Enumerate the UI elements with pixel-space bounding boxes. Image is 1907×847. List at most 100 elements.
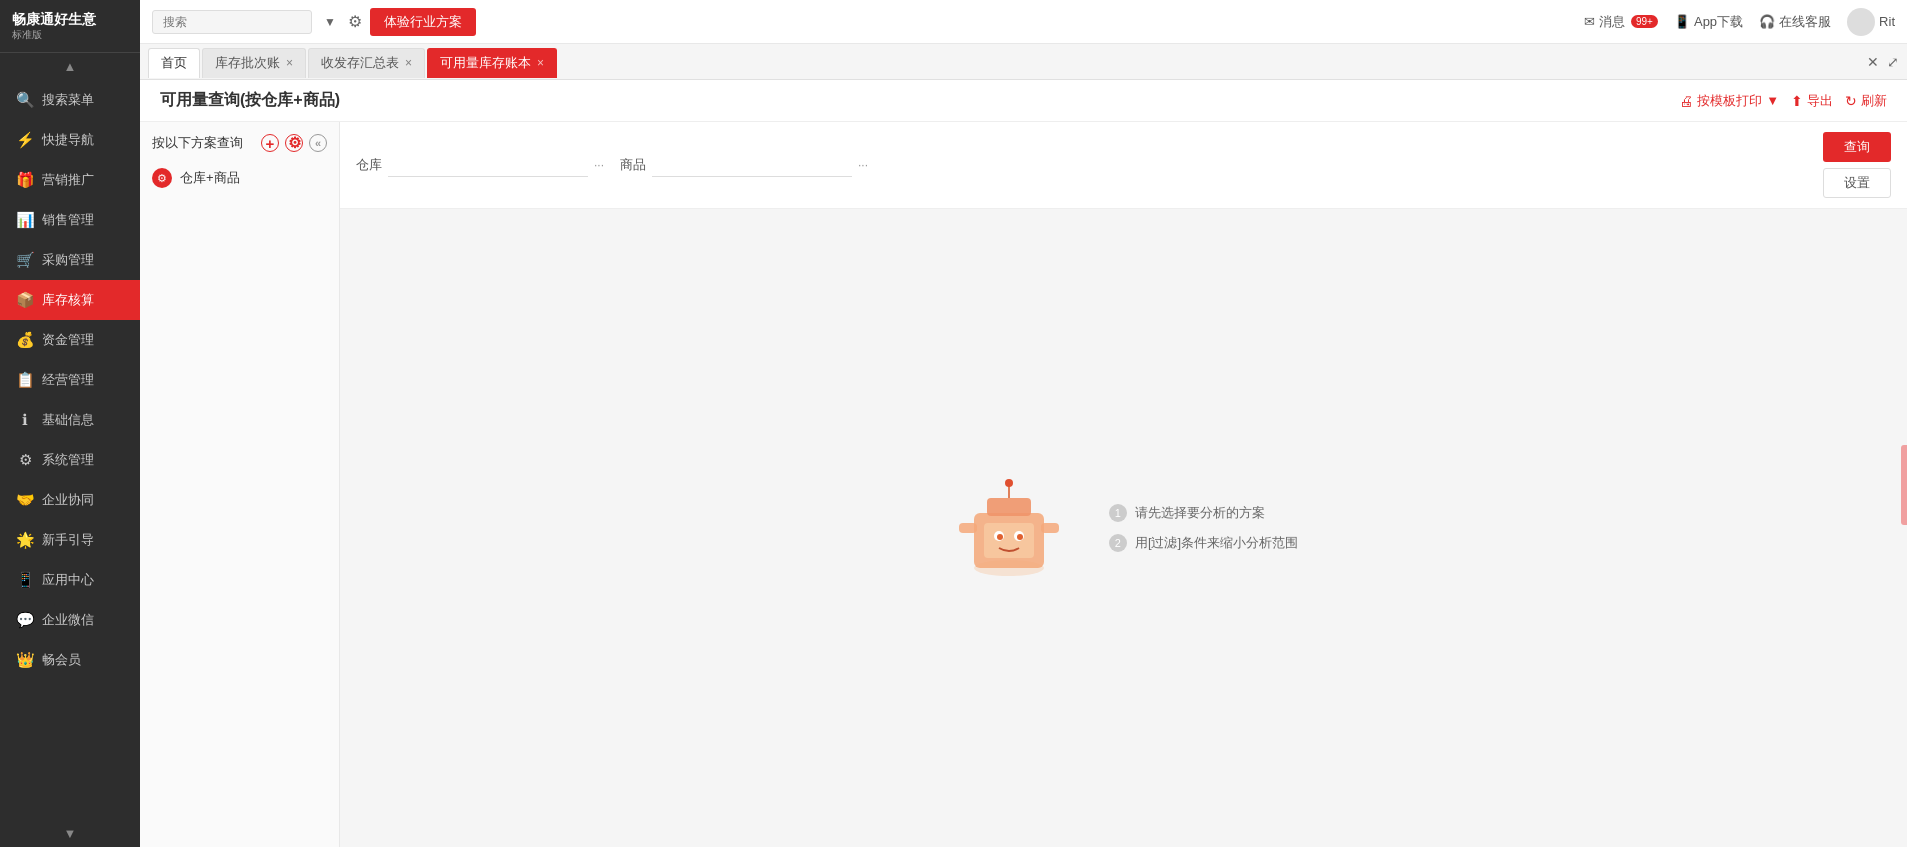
export-btn[interactable]: ⬆ 导出 (1791, 92, 1833, 110)
warehouse-field: 仓库 ··· (356, 153, 604, 177)
sidebar-label-new-guide: 新手引导 (42, 531, 94, 549)
tip-num-2: 2 (1109, 534, 1127, 552)
sidebar-label-finance: 资金管理 (42, 331, 94, 349)
tab-home[interactable]: 首页 (148, 48, 200, 78)
app-download-icon: 📱 (1674, 14, 1690, 29)
topbar-message[interactable]: ✉ 消息 99+ (1584, 13, 1658, 31)
sidebar-icon-member: 👑 (16, 651, 34, 669)
tab-close-batch-ledger[interactable]: × (286, 56, 293, 70)
topbar-industry-btn[interactable]: 体验行业方案 (370, 8, 476, 36)
scheme-add-btn[interactable]: + (261, 134, 279, 152)
sidebar-item-sales-mgmt[interactable]: 📊 销售管理 (0, 200, 140, 240)
sidebar-item-enterprise-coop[interactable]: 🤝 企业协同 (0, 480, 140, 520)
online-service-label: 在线客服 (1779, 13, 1831, 31)
sidebar: 畅康通好生意 标准版 ▲ 🔍 搜索菜单 ⚡ 快捷导航 🎁 营销推广 📊 销售管理… (0, 0, 140, 847)
tab-label-receipt-summary: 收发存汇总表 (321, 54, 399, 72)
print-btn[interactable]: 🖨 按模板打印 ▼ (1679, 92, 1779, 110)
warehouse-more-btn[interactable]: ··· (594, 158, 604, 172)
sidebar-item-marketing-promo[interactable]: 🎁 营销推广 (0, 160, 140, 200)
sidebar-item-new-guide[interactable]: 🌟 新手引导 (0, 520, 140, 560)
topbar-app-download[interactable]: 📱 App下载 (1674, 13, 1743, 31)
sidebar-label-inventory: 库存核算 (42, 291, 94, 309)
sidebar-scroll-down[interactable]: ▼ (0, 820, 140, 847)
topbar-dropdown-btn[interactable]: ▼ (320, 15, 340, 29)
sidebar-item-member[interactable]: 👑 畅会员 (0, 640, 140, 680)
svg-rect-11 (1041, 523, 1059, 533)
sidebar-icon-finance: 💰 (16, 331, 34, 349)
page-actions: 🖨 按模板打印 ▼ ⬆ 导出 ↻ 刷新 (1679, 92, 1887, 110)
query-settings-btn[interactable]: 设置 (1823, 168, 1891, 198)
sidebar-icon-marketing-promo: 🎁 (16, 171, 34, 189)
sidebar-item-enterprise-wx[interactable]: 💬 企业微信 (0, 600, 140, 640)
product-more-btn[interactable]: ··· (858, 158, 868, 172)
product-input[interactable] (652, 153, 852, 177)
warehouse-label: 仓库 (356, 156, 382, 174)
print-icon: 🖨 (1679, 93, 1693, 109)
tip-num-1: 1 (1109, 504, 1127, 522)
sidebar-icon-new-guide: 🌟 (16, 531, 34, 549)
sidebar-label-purchase-mgmt: 采购管理 (42, 251, 94, 269)
sidebar-label-marketing-promo: 营销推广 (42, 171, 94, 189)
query-btn[interactable]: 查询 (1823, 132, 1891, 162)
sidebar-icon-app-center: 📱 (16, 571, 34, 589)
svg-rect-2 (984, 523, 1034, 558)
scheme-header: 按以下方案查询 + ⚙ « (140, 134, 339, 160)
scheme-collapse-btn[interactable]: « (309, 134, 327, 152)
online-service-icon: 🎧 (1759, 14, 1775, 29)
sidebar-item-purchase-mgmt[interactable]: 🛒 采购管理 (0, 240, 140, 280)
scheme-settings-btn[interactable]: ⚙ (285, 134, 303, 152)
empty-tips: 1 请先选择要分析的方案 2 用[过滤]条件来缩小分析范围 (1109, 504, 1298, 552)
topbar-user[interactable]: Rit (1847, 8, 1895, 36)
topbar-search-input[interactable] (152, 10, 312, 34)
main-area: ▼ ⚙ 体验行业方案 ✉ 消息 99+ 📱 App下载 🎧 在线客服 Rit (140, 0, 1907, 847)
scheme-item-label: 仓库+商品 (180, 169, 240, 187)
tabs-close-all-btn[interactable]: ✕ (1867, 54, 1879, 70)
warehouse-input[interactable] (388, 153, 588, 177)
sidebar-item-inventory[interactable]: 📦 库存核算 (0, 280, 140, 320)
tab-label-home: 首页 (161, 54, 187, 72)
tab-available-ledger[interactable]: 可用量库存账本× (427, 48, 557, 78)
scheme-item-warehouse-product[interactable]: ⚙ 仓库+商品 (140, 160, 339, 196)
tab-receipt-summary[interactable]: 收发存汇总表 × (308, 48, 425, 78)
sidebar-icon-sales-mgmt: 📊 (16, 211, 34, 229)
sidebar-icon-operations: 📋 (16, 371, 34, 389)
sidebar-item-finance[interactable]: 💰 资金管理 (0, 320, 140, 360)
topbar-right: ✉ 消息 99+ 📱 App下载 🎧 在线客服 Rit (1584, 8, 1895, 36)
empty-illustration (949, 468, 1069, 588)
sidebar-item-basic-info[interactable]: ℹ 基础信息 (0, 400, 140, 440)
tab-close-available-ledger[interactable]: × (537, 56, 544, 70)
topbar-online-service[interactable]: 🎧 在线客服 (1759, 13, 1831, 31)
tab-batch-ledger[interactable]: 库存批次账 × (202, 48, 306, 78)
tab-close-receipt-summary[interactable]: × (405, 56, 412, 70)
sidebar-item-shortcut[interactable]: ⚡ 快捷导航 (0, 120, 140, 160)
sidebar-scroll-up[interactable]: ▲ (0, 53, 140, 80)
page-title: 可用量查询(按仓库+商品) (160, 90, 340, 111)
svg-rect-10 (959, 523, 977, 533)
refresh-btn[interactable]: ↻ 刷新 (1845, 92, 1887, 110)
tabs-expand-btn[interactable]: ⤢ (1887, 54, 1899, 70)
tabs-right-actions: ✕ ⤢ (1867, 54, 1899, 70)
query-actions: 查询 设置 (1823, 132, 1891, 198)
sidebar-label-search: 搜索菜单 (42, 91, 94, 109)
sidebar-item-app-center[interactable]: 📱 应用中心 (0, 560, 140, 600)
right-panel: 仓库 ··· 商品 ··· 查询 设置 (340, 122, 1907, 847)
sidebar-item-search[interactable]: 🔍 搜索菜单 (0, 80, 140, 120)
empty-state: 1 请先选择要分析的方案 2 用[过滤]条件来缩小分析范围 (340, 209, 1907, 847)
query-bar: 仓库 ··· 商品 ··· 查询 设置 (340, 122, 1907, 209)
topbar-gear-btn[interactable]: ⚙ (348, 12, 362, 31)
svg-point-9 (1005, 479, 1013, 487)
svg-rect-7 (987, 498, 1031, 516)
sidebar-item-system-mgmt[interactable]: ⚙ 系统管理 (0, 440, 140, 480)
empty-tip-2: 2 用[过滤]条件来缩小分析范围 (1109, 534, 1298, 552)
scroll-indicator[interactable] (1901, 445, 1907, 525)
app-download-label: App下载 (1694, 13, 1743, 31)
sidebar-icon-basic-info: ℹ (16, 411, 34, 429)
sidebar-item-operations[interactable]: 📋 经营管理 (0, 360, 140, 400)
svg-point-5 (997, 534, 1003, 540)
export-label: 导出 (1807, 92, 1833, 110)
sidebar-icon-enterprise-coop: 🤝 (16, 491, 34, 509)
scheme-panel: 按以下方案查询 + ⚙ « ⚙ 仓库+商品 (140, 122, 340, 847)
tip-text-2: 用[过滤]条件来缩小分析范围 (1135, 534, 1298, 552)
tab-label-batch-ledger: 库存批次账 (215, 54, 280, 72)
sidebar-label-sales-mgmt: 销售管理 (42, 211, 94, 229)
